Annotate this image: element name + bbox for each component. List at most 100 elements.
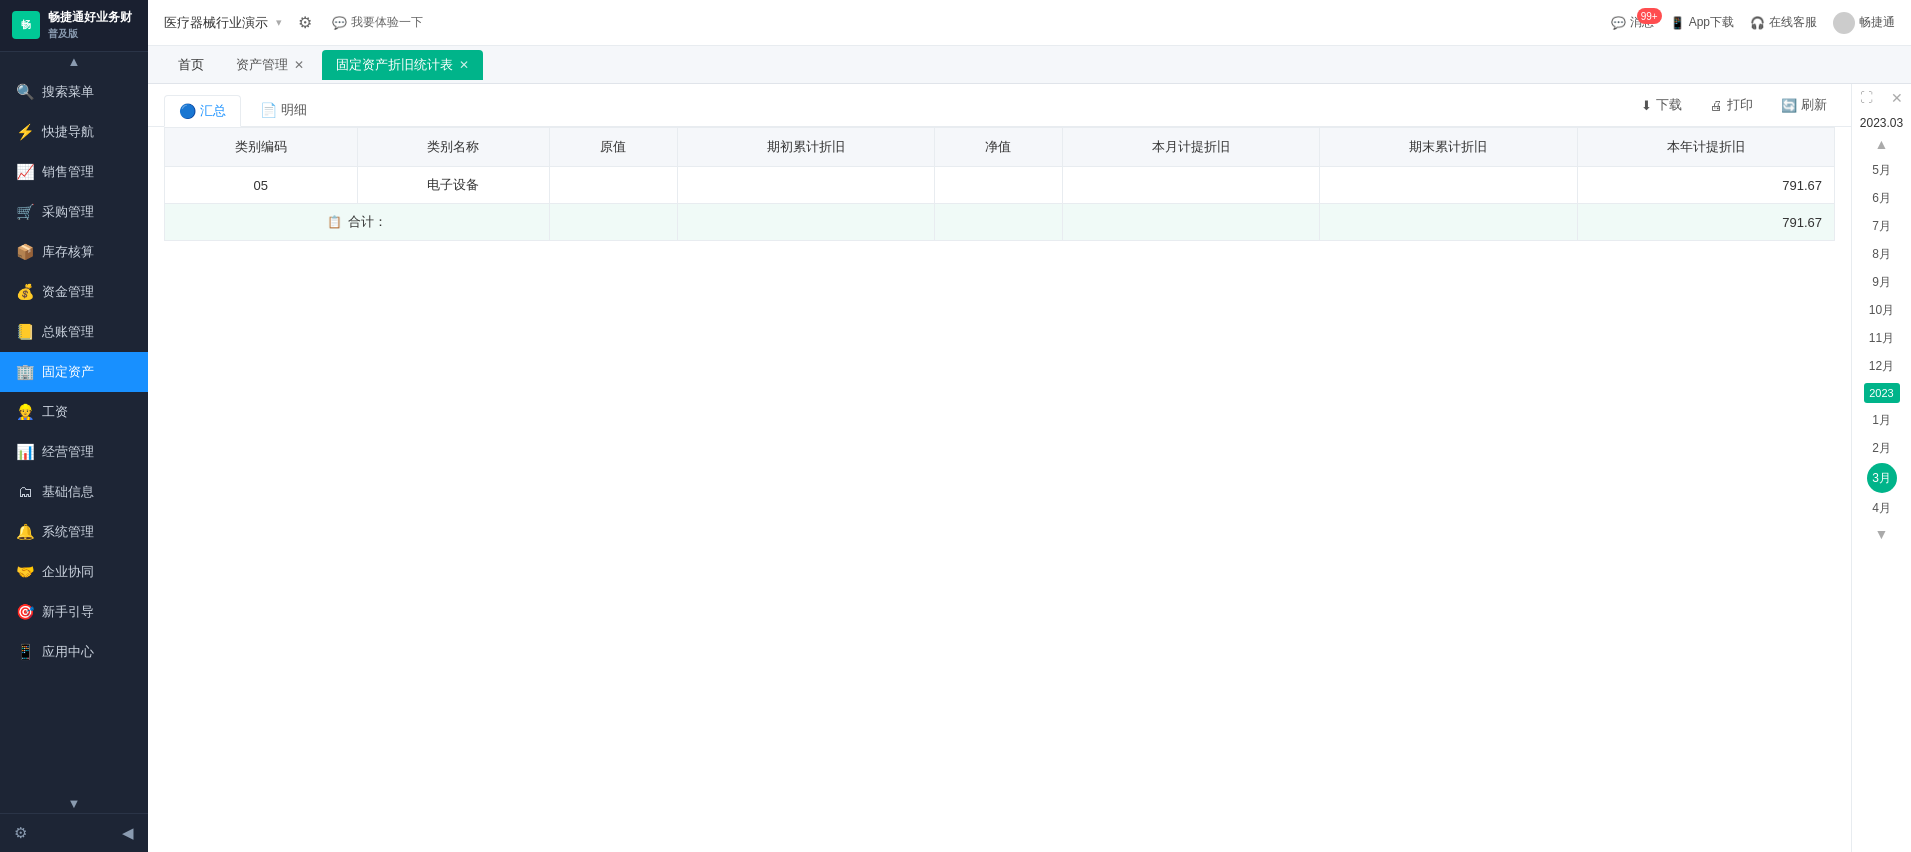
tab-depreciation-table[interactable]: 固定资产折旧统计表 ✕ — [322, 50, 483, 80]
print-button[interactable]: 🖨 打印 — [1702, 92, 1761, 118]
print-icon: 🖨 — [1710, 98, 1723, 113]
download-button[interactable]: ⬇ 下载 — [1633, 92, 1690, 118]
date-panel: ✕ ⛶ 2023.03 ▲ 5月 6月 7月 8月 9月 10月 11月 12月… — [1851, 84, 1911, 852]
sidebar-item-operations[interactable]: 📊 经营管理 — [0, 432, 148, 472]
sidebar-item-sales[interactable]: 📈 销售管理 — [0, 152, 148, 192]
col-header-net: 净值 — [935, 128, 1063, 167]
sidebar-scroll-up[interactable]: ▲ — [0, 52, 148, 72]
company-dropdown-icon[interactable]: ▾ — [276, 16, 282, 29]
sidebar-item-quick-nav[interactable]: ⚡ 快捷导航 — [0, 112, 148, 152]
guide-icon: 🎯 — [16, 603, 34, 621]
sales-icon: 📈 — [16, 163, 34, 181]
tab-asset-mgmt-close[interactable]: ✕ — [294, 58, 304, 72]
summary-icon: 🔵 — [179, 103, 196, 119]
online-service-button[interactable]: 🎧 在线客服 — [1750, 14, 1817, 31]
row-original — [550, 167, 678, 204]
sidebar-item-sales-label: 销售管理 — [42, 163, 94, 181]
sidebar-item-fixed-assets-label: 固定资产 — [42, 363, 94, 381]
sidebar-item-search-label: 搜索菜单 — [42, 83, 94, 101]
footer-collapse-icon[interactable]: ◀ — [122, 824, 134, 842]
sidebar-item-enterprise-label: 企业协同 — [42, 563, 94, 581]
row-name: 电子设备 — [357, 167, 550, 204]
user-info[interactable]: 畅捷通 — [1833, 12, 1895, 34]
basic-info-icon: 🗂 — [16, 483, 34, 500]
tabs-bar: 首页 资产管理 ✕ 固定资产折旧统计表 ✕ — [148, 46, 1911, 84]
total-net — [935, 204, 1063, 241]
purchase-icon: 🛒 — [16, 203, 34, 221]
payroll-icon: 👷 — [16, 403, 34, 421]
tab-depreciation-close[interactable]: ✕ — [459, 58, 469, 72]
date-month-1[interactable]: 1月 — [1860, 407, 1904, 433]
sub-tab-detail[interactable]: 📄 明细 — [245, 94, 322, 126]
col-header-name: 类别名称 — [357, 128, 550, 167]
messages-button[interactable]: 💬 消息 99+ — [1611, 14, 1654, 31]
tab-asset-mgmt[interactable]: 资产管理 ✕ — [222, 50, 318, 80]
total-row: 📋 合计： 791.67 — [165, 204, 1835, 241]
sidebar-item-enterprise[interactable]: 🤝 企业协同 — [0, 552, 148, 592]
col-header-period-end-accum: 期末累计折旧 — [1320, 128, 1578, 167]
messages-icon: 💬 — [1611, 16, 1626, 30]
sidebar-item-payroll-label: 工资 — [42, 403, 68, 421]
sidebar-item-search[interactable]: 🔍 搜索菜单 — [0, 72, 148, 112]
refresh-button[interactable]: 🔄 刷新 — [1773, 92, 1835, 118]
tab-home[interactable]: 首页 — [164, 50, 218, 80]
date-panel-expand-icon[interactable]: ⛶ — [1860, 90, 1873, 105]
date-month-9[interactable]: 9月 — [1860, 269, 1904, 295]
sidebar-item-inventory-label: 库存核算 — [42, 243, 94, 261]
topbar-right: 💬 消息 99+ 📱 App下载 🎧 在线客服 畅捷通 — [1611, 12, 1895, 34]
sidebar-scroll-down[interactable]: ▼ — [0, 793, 148, 813]
sidebar-item-guide[interactable]: 🎯 新手引导 — [0, 592, 148, 632]
sub-tab-summary[interactable]: 🔵 汇总 — [164, 95, 241, 127]
experience-button[interactable]: 💬 我要体验一下 — [332, 14, 423, 31]
ledger-icon: 📒 — [16, 323, 34, 341]
sub-tab-detail-label: 明细 — [281, 101, 307, 119]
row-annual: 791.67 — [1577, 167, 1835, 204]
quick-nav-icon: ⚡ — [16, 123, 34, 141]
footer-settings-icon[interactable]: ⚙ — [14, 824, 27, 842]
date-month-5[interactable]: 5月 — [1860, 157, 1904, 183]
sidebar-item-inventory[interactable]: 📦 库存核算 — [0, 232, 148, 272]
system-icon: 🔔 — [16, 523, 34, 541]
date-month-6[interactable]: 6月 — [1860, 185, 1904, 211]
sidebar-item-funds[interactable]: 💰 资金管理 — [0, 272, 148, 312]
sidebar-item-purchase[interactable]: 🛒 采购管理 — [0, 192, 148, 232]
total-period-end-accum — [1320, 204, 1578, 241]
date-month-7[interactable]: 7月 — [1860, 213, 1904, 239]
date-month-10[interactable]: 10月 — [1860, 297, 1904, 323]
date-month-2[interactable]: 2月 — [1860, 435, 1904, 461]
sidebar-item-ledger-label: 总账管理 — [42, 323, 94, 341]
sidebar-item-fixed-assets[interactable]: 🏢 固定资产 — [0, 352, 148, 392]
col-header-initial-accum: 期初累计折旧 — [677, 128, 935, 167]
date-month-8[interactable]: 8月 — [1860, 241, 1904, 267]
sidebar: 畅 畅捷通好业务财 普及版 ▲ 🔍 搜索菜单 ⚡ 快捷导航 📈 销售管理 🛒 采… — [0, 0, 148, 852]
date-panel-close-icon[interactable]: ✕ — [1891, 90, 1903, 106]
date-month-4[interactable]: 4月 — [1860, 495, 1904, 521]
col-header-annual: 本年计提折旧 — [1577, 128, 1835, 167]
search-icon: 🔍 — [16, 83, 34, 101]
date-month-12[interactable]: 12月 — [1860, 353, 1904, 379]
sidebar-item-ledger[interactable]: 📒 总账管理 — [0, 312, 148, 352]
sidebar-item-system[interactable]: 🔔 系统管理 — [0, 512, 148, 552]
sidebar-item-app-center[interactable]: 📱 应用中心 — [0, 632, 148, 672]
date-prev-nav[interactable]: ▲ — [1871, 132, 1893, 156]
content-main: 🔵 汇总 📄 明细 ⬇ 下载 🖨 打印 — [148, 84, 1851, 852]
row-period-end-accum — [1320, 167, 1578, 204]
app-download-button[interactable]: 📱 App下载 — [1670, 14, 1734, 31]
table-wrap: 类别编码 类别名称 原值 期初累计折旧 净值 本月计提折旧 期末累计折旧 本年计… — [148, 127, 1851, 852]
sidebar-item-basic-info[interactable]: 🗂 基础信息 — [0, 472, 148, 512]
total-monthly — [1062, 204, 1320, 241]
row-net — [935, 167, 1063, 204]
tab-asset-mgmt-label: 资产管理 — [236, 56, 288, 74]
topbar-settings-icon[interactable]: ⚙ — [298, 13, 312, 32]
date-month-3-current[interactable]: 3月 — [1867, 463, 1897, 493]
sidebar-item-payroll[interactable]: 👷 工资 — [0, 392, 148, 432]
sidebar-item-funds-label: 资金管理 — [42, 283, 94, 301]
app-icon: 畅 — [12, 11, 40, 39]
download-label: 下载 — [1656, 96, 1682, 114]
topbar: 医疗器械行业演示 ▾ ⚙ 💬 我要体验一下 💬 消息 99+ 📱 App下载 🎧… — [148, 0, 1911, 46]
date-month-11[interactable]: 11月 — [1860, 325, 1904, 351]
date-next-nav[interactable]: ▼ — [1871, 522, 1893, 546]
inventory-icon: 📦 — [16, 243, 34, 261]
enterprise-icon: 🤝 — [16, 563, 34, 581]
total-initial-accum — [677, 204, 935, 241]
